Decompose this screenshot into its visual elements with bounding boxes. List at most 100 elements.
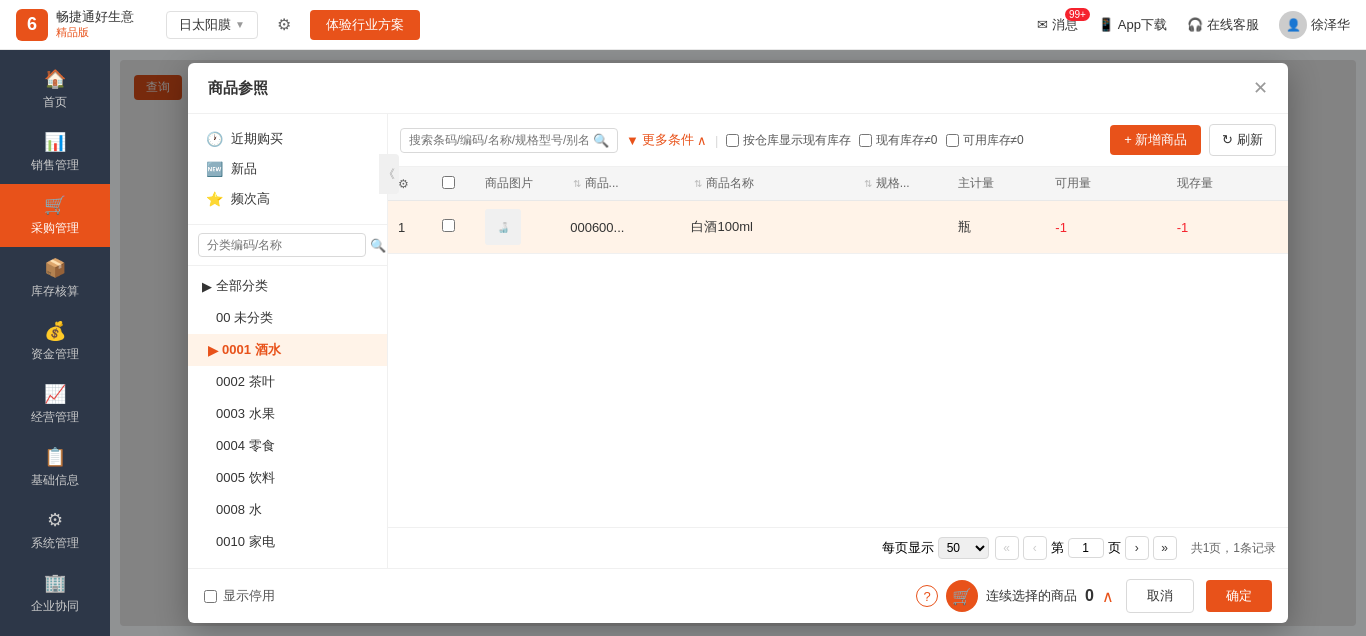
select-all-checkbox[interactable] <box>442 176 455 189</box>
page-size-label: 每页显示 <box>882 539 934 557</box>
col-spec-header[interactable]: ⇅ 规格... <box>851 167 948 201</box>
sidebar-item-guide[interactable]: 🎯 新手引导 <box>0 625 110 636</box>
service-label: 在线客服 <box>1207 16 1259 34</box>
prev-page-button[interactable]: ‹ <box>1023 536 1047 560</box>
star-icon: ⭐ <box>206 191 223 207</box>
cat-snacks[interactable]: 0004 零食 <box>188 430 387 462</box>
col-name-sort-icon: ⇅ <box>694 178 702 189</box>
product-search-icon[interactable]: 🔍 <box>593 133 609 148</box>
page-unit: 页 <box>1108 539 1121 557</box>
messages-button[interactable]: ✉ 消息 99+ <box>1037 16 1078 34</box>
user-avatar[interactable]: 👤 徐泽华 <box>1279 11 1350 39</box>
cta-button[interactable]: 体验行业方案 <box>310 10 420 40</box>
sidebar-item-purchase[interactable]: 🛒 采购管理 <box>0 184 110 247</box>
page-size-selector: 每页显示 50 100 200 <box>882 537 989 559</box>
left-panel: 《 🕐 近期购买 🆕 新品 ⭐ <box>188 114 388 568</box>
checkbox-available-stock[interactable]: 可用库存≠0 <box>946 132 1024 149</box>
new-icon: 🆕 <box>206 161 223 177</box>
cat-water[interactable]: 0008 水 <box>188 494 387 526</box>
cat-uncategorized[interactable]: 00 未分类 <box>188 302 387 334</box>
product-search-box[interactable]: 🔍 <box>400 128 618 153</box>
checkbox-available-stock-input[interactable] <box>946 134 959 147</box>
row-spec <box>851 201 948 254</box>
sidebar-item-enterprise[interactable]: 🏢 企业协同 <box>0 562 110 625</box>
col-code-header[interactable]: ⇅ 商品... <box>560 167 681 201</box>
quick-actions: 🕐 近期购买 🆕 新品 ⭐ 频次高 <box>188 124 387 225</box>
confirm-button[interactable]: 确定 <box>1206 580 1272 612</box>
sidebar-item-home[interactable]: 🏠 首页 <box>0 58 110 121</box>
cat-drinks[interactable]: 0005 饮料 <box>188 462 387 494</box>
last-page-button[interactable]: » <box>1153 536 1177 560</box>
app-download-button[interactable]: 📱 App下载 <box>1098 16 1167 34</box>
page-number-input[interactable] <box>1068 538 1104 558</box>
refresh-button[interactable]: ↻ 刷新 <box>1209 124 1276 156</box>
sidebar-item-basics[interactable]: 📋 基础信息 <box>0 436 110 499</box>
store-selector[interactable]: 日太阳膜 ▼ <box>166 11 258 39</box>
sidebar-item-operations[interactable]: 📈 经营管理 <box>0 373 110 436</box>
row-checkbox-cell[interactable] <box>432 201 476 254</box>
col-code-sort-icon: ⇅ <box>573 178 581 189</box>
cancel-button[interactable]: 取消 <box>1126 579 1194 613</box>
help-icon[interactable]: ? <box>916 585 938 607</box>
checkbox-nonzero-stock-label: 现有库存≠0 <box>876 132 937 149</box>
col-name-header[interactable]: ⇅ 商品名称 <box>681 167 851 201</box>
page-size-select[interactable]: 50 100 200 <box>938 537 989 559</box>
product-reference-modal: 商品参照 ✕ 《 🕐 近期购买 🆕 <box>188 63 1288 623</box>
quick-frequent[interactable]: ⭐ 频次高 <box>198 184 377 214</box>
app-label: App下载 <box>1118 16 1167 34</box>
sidebar-item-system[interactable]: ⚙ 系统管理 <box>0 499 110 562</box>
cat-fruit[interactable]: 0003 水果 <box>188 398 387 430</box>
cat-liquor[interactable]: ▶ 0001 酒水 <box>188 334 387 366</box>
sidebar-item-sales[interactable]: 📊 销售管理 <box>0 121 110 184</box>
show-disabled-input[interactable] <box>204 590 217 603</box>
row-checkbox[interactable] <box>442 219 455 232</box>
quick-recent-purchase[interactable]: 🕐 近期购买 <box>198 124 377 154</box>
top-navigation: 6 畅捷通好生意 精品版 日太阳膜 ▼ ⚙ 体验行业方案 ✉ 消息 99+ 📱 … <box>0 0 1366 50</box>
cat-drinks-label: 0005 饮料 <box>216 469 275 487</box>
basics-icon: 📋 <box>44 446 66 468</box>
quick-recent-label: 近期购买 <box>231 130 283 148</box>
cat-all-arrow: ▶ <box>202 279 212 294</box>
settings-icon[interactable]: ⚙ <box>268 9 300 41</box>
table-row[interactable]: 1 🍶 000600... 白酒100ml 瓶 <box>388 201 1288 254</box>
cat-water-label: 0008 水 <box>216 501 262 519</box>
cat-liquor-arrow: ▶ <box>208 343 218 358</box>
cat-all[interactable]: ▶ 全部分类 <box>188 270 387 302</box>
checkbox-nonzero-stock-input[interactable] <box>859 134 872 147</box>
checkbox-warehouse-stock[interactable]: 按仓库显示现有库存 <box>726 132 851 149</box>
category-search-icon[interactable]: 🔍 <box>370 238 386 253</box>
online-service-button[interactable]: 🎧 在线客服 <box>1187 16 1259 34</box>
show-disabled-checkbox[interactable]: 显示停用 <box>204 587 275 605</box>
col-stock-header: 现存量 <box>1167 167 1288 201</box>
sidebar-item-inventory[interactable]: 📦 库存核算 <box>0 247 110 310</box>
filter-arrow: ∧ <box>697 133 707 148</box>
sidebar-label-operations: 经营管理 <box>31 409 79 426</box>
enterprise-icon: 🏢 <box>44 572 66 594</box>
col-available-header: 可用量 <box>1045 167 1166 201</box>
main-content: 查询 设置 刷新 商品参照 ✕ 《 <box>110 50 1366 636</box>
next-page-button[interactable]: › <box>1125 536 1149 560</box>
checkbox-nonzero-stock[interactable]: 现有库存≠0 <box>859 132 937 149</box>
cart-button[interactable]: 🛒 <box>946 580 978 612</box>
quick-new-product[interactable]: 🆕 新品 <box>198 154 377 184</box>
first-page-button[interactable]: « <box>995 536 1019 560</box>
username: 徐泽华 <box>1311 16 1350 34</box>
cat-appliances[interactable]: 0010 家电 <box>188 526 387 558</box>
add-product-button[interactable]: + 新增商品 <box>1110 125 1201 155</box>
sidebar-item-finance[interactable]: 💰 资金管理 <box>0 310 110 373</box>
col-code-label: 商品... <box>585 176 619 190</box>
purchase-icon: 🛒 <box>44 194 66 216</box>
product-search-input[interactable] <box>409 133 589 147</box>
filter-button[interactable]: ▼ 更多条件 ∧ <box>626 131 707 149</box>
checkbox-warehouse-stock-input[interactable] <box>726 134 739 147</box>
col-check[interactable] <box>432 167 476 201</box>
category-search-input[interactable] <box>198 233 366 257</box>
filter-separator: | <box>715 133 718 148</box>
sidebar-label-system: 系统管理 <box>31 535 79 552</box>
nav-right: ✉ 消息 99+ 📱 App下载 🎧 在线客服 👤 徐泽华 <box>1037 11 1350 39</box>
cat-tea[interactable]: 0002 茶叶 <box>188 366 387 398</box>
collapse-left-panel-button[interactable]: 《 <box>379 154 399 194</box>
modal-close-button[interactable]: ✕ <box>1253 77 1268 99</box>
collapse-cart-icon[interactable]: ∧ <box>1102 587 1114 606</box>
row-image-cell: 🍶 <box>475 201 560 254</box>
